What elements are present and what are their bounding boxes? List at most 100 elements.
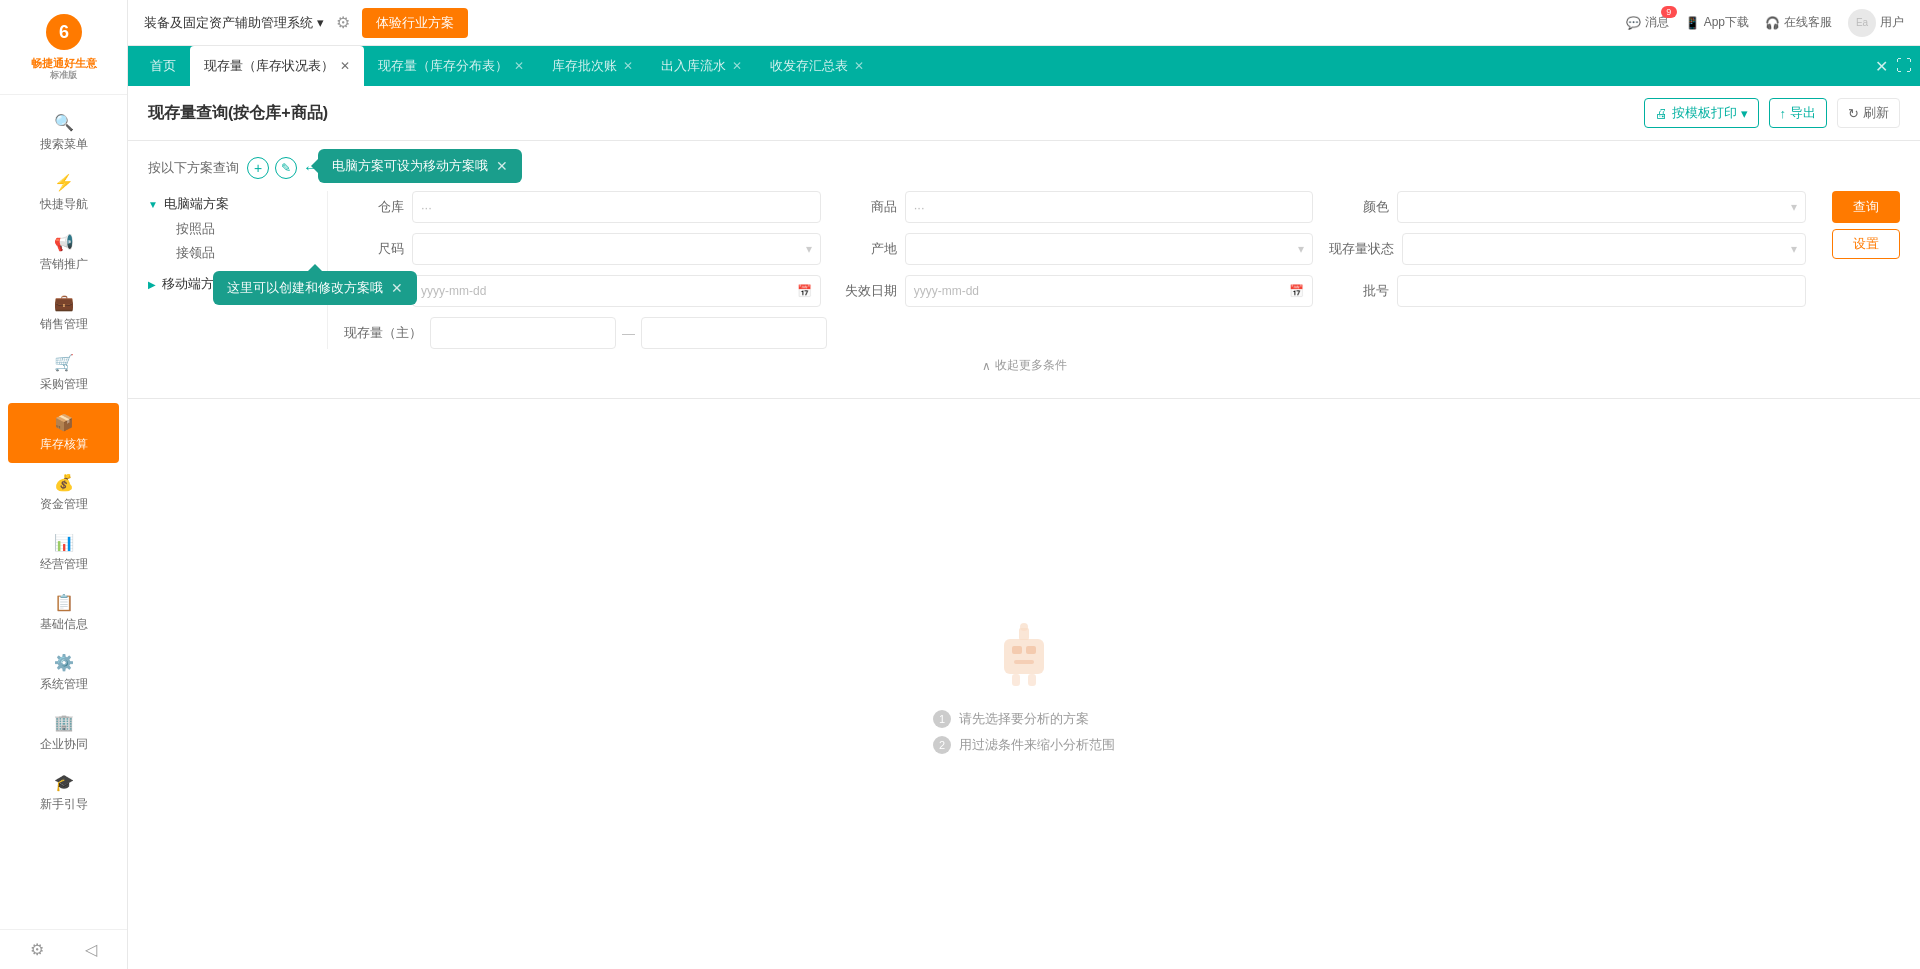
sales-icon: 💼: [54, 293, 74, 313]
export-button[interactable]: ↑ 导出: [1769, 98, 1828, 128]
stock-label: 现存量（主）: [344, 324, 422, 342]
collapse-bar[interactable]: ∧ 收起更多条件: [148, 349, 1900, 382]
close-all-tabs-icon[interactable]: ✕: [1875, 57, 1888, 76]
search-button[interactable]: 查询: [1832, 191, 1900, 223]
size-label: 尺码: [344, 240, 404, 258]
content-area: 现存量查询(按仓库+商品) 🖨 按模板打印 ▾ ↑ 导出 ↻ 刷新: [128, 86, 1920, 969]
sidebar-item-settings[interactable]: ⚙️ 系统管理: [0, 643, 127, 703]
tab-close-collect-report[interactable]: ✕: [854, 59, 864, 73]
filter-row-size: 尺码 ▾: [344, 233, 821, 265]
marketing-icon: 📢: [54, 233, 74, 253]
tab-inventory-dist[interactable]: 现存量（库存分布表） ✕: [364, 46, 538, 86]
system-title-dropdown[interactable]: 装备及固定资产辅助管理系统 ▾: [144, 14, 324, 32]
help-icon[interactable]: ⚙: [30, 940, 44, 959]
tip-num-1: 1: [933, 710, 951, 728]
sidebar-item-marketing[interactable]: 📢 营销推广: [0, 223, 127, 283]
mobile-group-collapse-icon: ▶: [148, 279, 156, 290]
expire-date-label: 失效日期: [837, 282, 897, 300]
tab-inout-flow[interactable]: 出入库流水 ✕: [647, 46, 756, 86]
edit-scheme-button[interactable]: ✎: [275, 157, 297, 179]
sidebar-item-inventory[interactable]: 📦 库存核算: [8, 403, 119, 463]
stock-status-select[interactable]: ▾: [1402, 233, 1806, 265]
stock-max-input[interactable]: [641, 317, 827, 349]
main-area: 装备及固定资产辅助管理系统 ▾ ⚙ 体验行业方案 💬 消息 9 📱 App下载 …: [128, 0, 1920, 969]
template-print-button[interactable]: 🖨 按模板打印 ▾: [1644, 98, 1759, 128]
tab-close-batch-account[interactable]: ✕: [623, 59, 633, 73]
collapse-icon: ∧: [982, 359, 991, 373]
messages-action[interactable]: 💬 消息 9: [1626, 14, 1669, 31]
sidebar-item-tutorial[interactable]: 🎓 新手引导: [0, 763, 127, 823]
color-select[interactable]: ▾: [1397, 191, 1806, 223]
sidebar: 6 畅捷通好生意 标准版 🔍 搜索菜单 ⚡ 快捷导航 📢 营销推广 💼 销售管理…: [0, 0, 128, 969]
scheme-item-jielingpin[interactable]: 接领品: [148, 241, 315, 265]
tab-collect-report[interactable]: 收发存汇总表 ✕: [756, 46, 878, 86]
edit-popover: 这里可以创建和修改方案哦 ✕: [213, 271, 417, 305]
pc-scheme-header[interactable]: ▼ 电脑端方案: [148, 191, 315, 217]
svg-rect-5: [1014, 660, 1034, 664]
sidebar-item-purchase[interactable]: 🛒 采购管理: [0, 343, 127, 403]
filter-row-goods: 商品 ···: [837, 191, 1314, 223]
color-select-arrow: ▾: [1791, 200, 1797, 214]
sidebar-item-quicknav[interactable]: ⚡ 快捷导航: [0, 163, 127, 223]
app-download-action[interactable]: 📱 App下载: [1685, 14, 1749, 31]
pc-scheme-group: ▼ 电脑端方案 按照品 接领品: [148, 191, 315, 265]
reset-button[interactable]: 设置: [1832, 229, 1900, 259]
empty-area: 1 请先选择要分析的方案 2 用过滤条件来缩小分析范围: [128, 399, 1920, 969]
sidebar-item-search[interactable]: 🔍 搜索菜单: [0, 103, 127, 163]
stock-status-label: 现存量状态: [1329, 240, 1394, 258]
filter-actions: + ✎ ←: [247, 157, 319, 179]
tab-home[interactable]: 首页: [136, 46, 190, 86]
batch-label: 批号: [1329, 282, 1389, 300]
size-select[interactable]: ▾: [412, 233, 821, 265]
tab-close-inout-flow[interactable]: ✕: [732, 59, 742, 73]
filter-main: ▼ 电脑端方案 按照品 接领品 ▶: [148, 191, 1900, 349]
topbar-right: 💬 消息 9 📱 App下载 🎧 在线客服 Ea 用户: [1626, 9, 1904, 37]
edit-popover-close[interactable]: ✕: [391, 280, 403, 296]
goods-input[interactable]: ···: [905, 191, 1314, 223]
support-icon: 🎧: [1765, 16, 1780, 30]
produce-date-input[interactable]: yyyy-mm-dd 📅: [412, 275, 821, 307]
logo-area: 6 畅捷通好生意 标准版: [0, 0, 127, 95]
svg-rect-2: [1004, 639, 1044, 674]
svg-text:6: 6: [58, 22, 68, 42]
scheme-popover-close[interactable]: ✕: [496, 158, 508, 174]
sidebar-item-basic[interactable]: 📋 基础信息: [0, 583, 127, 643]
collapse-sidebar-icon[interactable]: ◁: [85, 940, 97, 959]
produce-date-calendar-icon: 📅: [797, 284, 812, 298]
tab-batch-account[interactable]: 库存批次账 ✕: [538, 46, 647, 86]
topbar: 装备及固定资产辅助管理系统 ▾ ⚙ 体验行业方案 💬 消息 9 📱 App下载 …: [128, 0, 1920, 46]
page-header: 现存量查询(按仓库+商品) 🖨 按模板打印 ▾ ↑ 导出 ↻ 刷新: [128, 86, 1920, 141]
sidebar-item-sales[interactable]: 💼 销售管理: [0, 283, 127, 343]
stock-range: —: [430, 317, 827, 349]
expire-date-input[interactable]: yyyy-mm-dd 📅: [905, 275, 1314, 307]
scheme-item-pinzhao[interactable]: 按照品: [148, 217, 315, 241]
sidebar-nav: 🔍 搜索菜单 ⚡ 快捷导航 📢 营销推广 💼 销售管理 🛒 采购管理 📦 库存核…: [0, 95, 127, 929]
stock-min-input[interactable]: [430, 317, 616, 349]
add-scheme-button[interactable]: +: [247, 157, 269, 179]
filter-row-stock-status: 现存量状态 ▾: [1329, 233, 1806, 265]
tab-inventory-status[interactable]: 现存量（库存状况表） ✕: [190, 46, 364, 86]
svg-point-7: [1020, 623, 1028, 631]
user-profile[interactable]: Ea 用户: [1848, 9, 1904, 37]
tab-close-inventory-status[interactable]: ✕: [340, 59, 350, 73]
warehouse-input[interactable]: ···: [412, 191, 821, 223]
enterprise-icon: 🏢: [54, 713, 74, 733]
origin-select[interactable]: ▾: [905, 233, 1314, 265]
tab-close-inventory-dist[interactable]: ✕: [514, 59, 524, 73]
color-label: 颜色: [1329, 198, 1389, 216]
search-menu-icon: 🔍: [54, 113, 74, 133]
filter-label: 按以下方案查询: [148, 159, 239, 177]
refresh-icon: ↻: [1848, 106, 1859, 121]
topbar-settings-icon[interactable]: ⚙: [336, 13, 350, 32]
sidebar-item-finance[interactable]: 💰 资金管理: [0, 463, 127, 523]
empty-tips: 1 请先选择要分析的方案 2 用过滤条件来缩小分析范围: [933, 710, 1115, 754]
user-avatar: Ea: [1848, 9, 1876, 37]
industry-button[interactable]: 体验行业方案: [362, 8, 468, 38]
sidebar-item-enterprise[interactable]: 🏢 企业协同: [0, 703, 127, 763]
fullscreen-icon[interactable]: ⛶: [1896, 57, 1912, 75]
batch-input[interactable]: [1397, 275, 1806, 307]
stock-range-separator: —: [622, 326, 635, 341]
online-support-action[interactable]: 🎧 在线客服: [1765, 14, 1832, 31]
sidebar-item-management[interactable]: 📊 经营管理: [0, 523, 127, 583]
refresh-button[interactable]: ↻ 刷新: [1837, 98, 1900, 128]
